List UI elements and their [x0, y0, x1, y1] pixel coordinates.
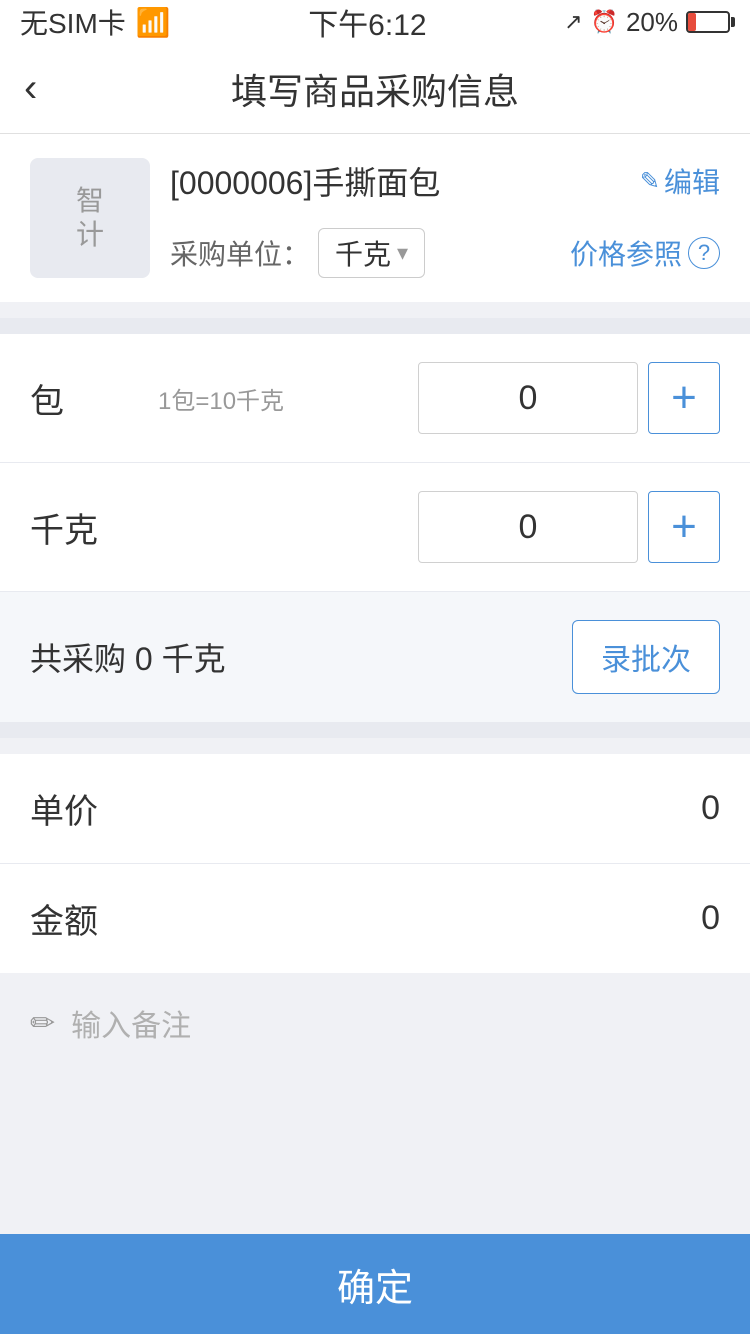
bao-row: 包 1包=10千克 + [0, 334, 750, 463]
product-info: [0000006]手撕面包 ✎ 编辑 采购单位： 千克 ▾ 价格参照 ? [170, 158, 720, 278]
nav-bar: ‹ 填写商品采购信息 [0, 44, 750, 134]
product-logo: 智 计 [76, 184, 104, 251]
qianke-input-group: + [150, 491, 720, 563]
price-ref-link[interactable]: 价格参照 ? [570, 233, 720, 273]
carrier-text: 无SIM卡 [20, 2, 126, 42]
record-batch-button[interactable]: 录批次 [572, 620, 720, 694]
bao-input[interactable] [418, 362, 638, 434]
qianke-label: 千克 [30, 503, 150, 552]
alarm-icon: ⏰ [591, 9, 618, 35]
divider-2 [0, 722, 750, 738]
status-left: 无SIM卡 📶 [20, 2, 171, 42]
qianke-plus-button[interactable]: + [648, 491, 720, 563]
page-title: 填写商品采购信息 [231, 63, 519, 115]
battery-percent: 20% [626, 7, 678, 38]
product-unit-row: 采购单位： 千克 ▾ 价格参照 ? [170, 228, 720, 278]
product-card: 智 计 [0000006]手撕面包 ✎ 编辑 采购单位： 千克 ▾ 价格参照 ? [0, 134, 750, 302]
unit-select[interactable]: 千克 ▾ [318, 228, 425, 278]
amount-label: 金额 [30, 894, 98, 943]
summary-text: 共采购 0 千克 [30, 634, 226, 680]
bao-sub: 1包=10千克 [158, 381, 284, 416]
edit-label: 编辑 [664, 161, 720, 201]
status-right: ↗ ⏰ 20% [564, 7, 730, 38]
battery-icon [686, 7, 730, 38]
form-section: 包 1包=10千克 + 千克 + [0, 334, 750, 592]
bao-label: 包 [30, 374, 150, 423]
confirm-label: 确定 [337, 1257, 413, 1312]
bao-plus-button[interactable]: + [648, 362, 720, 434]
confirm-button[interactable]: 确定 [0, 1234, 750, 1334]
remark-placeholder: 输入备注 [71, 1001, 191, 1045]
product-name-row: [0000006]手撕面包 ✎ 编辑 [170, 158, 720, 204]
wifi-icon: 📶 [136, 6, 171, 39]
qianke-input[interactable] [418, 491, 638, 563]
remark-section[interactable]: ✏ 输入备注 [0, 973, 750, 1073]
unit-price-value: 0 [701, 789, 720, 828]
qianke-row: 千克 + [0, 463, 750, 592]
unit-price-row: 单价 0 [0, 754, 750, 864]
chevron-down-icon: ▾ [397, 240, 408, 266]
location-icon: ↗ [564, 9, 582, 35]
edit-icon: ✎ [640, 167, 660, 196]
amount-value: 0 [701, 899, 720, 938]
back-button[interactable]: ‹ [24, 66, 37, 111]
help-icon: ? [688, 237, 720, 269]
edit-link[interactable]: ✎ 编辑 [640, 161, 720, 201]
summary-row: 共采购 0 千克 录批次 [0, 592, 750, 722]
divider-1 [0, 318, 750, 334]
status-time: 下午6:12 [308, 0, 426, 44]
unit-price-label: 单价 [30, 784, 98, 833]
amount-row: 金额 0 [0, 864, 750, 973]
bao-input-group: + [284, 362, 720, 434]
unit-label: 采购单位： [170, 233, 310, 273]
pencil-icon: ✏ [30, 1006, 55, 1041]
unit-value: 千克 [335, 233, 391, 273]
price-ref-label: 价格参照 [570, 233, 682, 273]
product-image: 智 计 [30, 158, 150, 278]
price-section: 单价 0 金额 0 [0, 754, 750, 973]
status-bar: 无SIM卡 📶 下午6:12 ↗ ⏰ 20% [0, 0, 750, 44]
product-name: [0000006]手撕面包 [170, 158, 440, 204]
